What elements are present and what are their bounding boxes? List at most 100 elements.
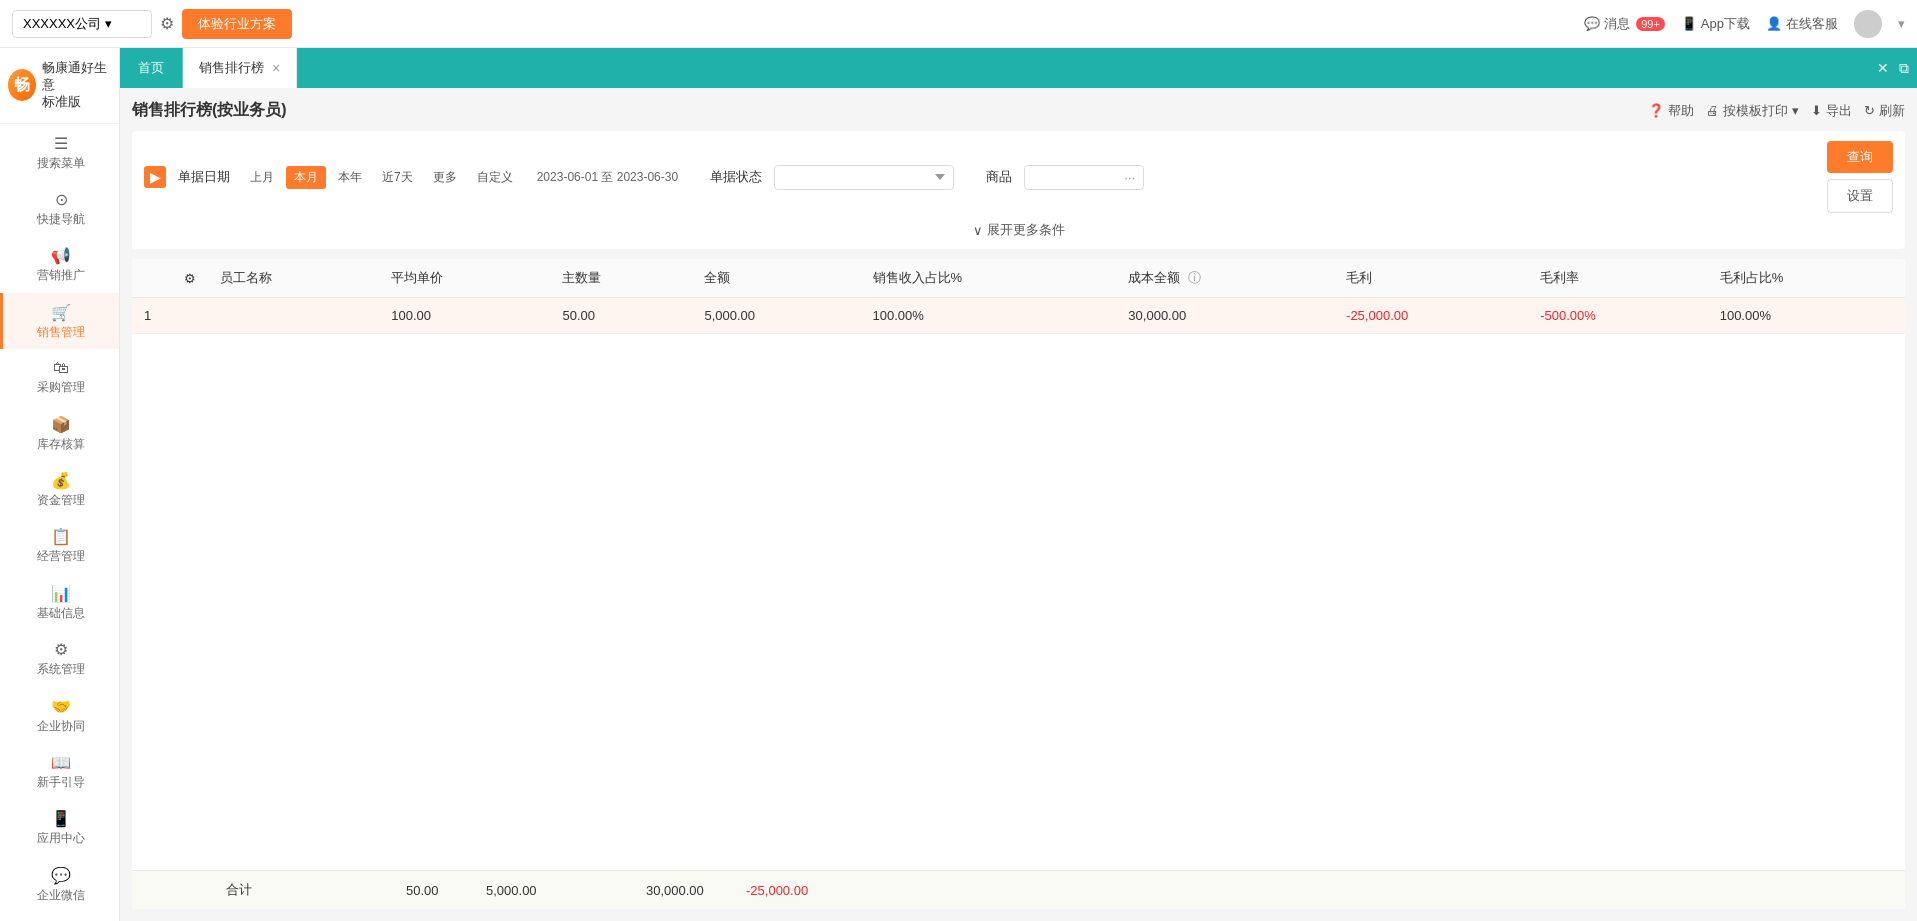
sidebar-item-purchase[interactable]: 🛍 采购管理: [0, 349, 119, 404]
sidebar: 畅 畅康通好生意 标准版 ☰ 搜索菜单 ⊙ 快捷导航 📢 营销推广 🛒 销售管理…: [0, 48, 120, 921]
message-label: 消息: [1604, 15, 1630, 33]
tab-close-window-icon[interactable]: ✕: [1877, 60, 1889, 76]
expand-down-icon: ∨: [973, 223, 983, 238]
footer-amount: 5,000.00: [474, 883, 554, 898]
cost-info-icon[interactable]: ⓘ: [1188, 270, 1201, 285]
sidebar-label-system: 系统管理: [37, 662, 85, 676]
header-right: 💬 消息 99+ 📱 App下载 👤 在线客服 ▾: [1584, 10, 1905, 38]
page-title: 销售排行榜(按业务员): [132, 100, 287, 121]
cell-gross-rate: -500.00%: [1528, 298, 1707, 334]
cell-gross: -25,000.00: [1334, 298, 1528, 334]
col-gross-pct: 毛利占比%: [1708, 259, 1905, 298]
refresh-icon: ↻: [1864, 103, 1875, 118]
status-select[interactable]: [774, 165, 954, 190]
tab-sales-ranking-label: 销售排行榜: [199, 59, 264, 77]
col-settings[interactable]: ⚙: [172, 259, 208, 298]
expand-label: 展开更多条件: [987, 221, 1065, 239]
tab-bar-right: ✕ ⧉: [1877, 60, 1917, 77]
refresh-button[interactable]: ↻ 刷新: [1864, 102, 1905, 120]
page-header: 销售排行榜(按业务员) ❓ 帮助 🖨 按模板打印 ▾ ⬇ 导出: [132, 100, 1905, 121]
page-actions: ❓ 帮助 🖨 按模板打印 ▾ ⬇ 导出 ↻ 刷新: [1648, 102, 1905, 120]
user-dropdown-icon[interactable]: ▾: [1898, 16, 1905, 31]
goods-select[interactable]: ···: [1024, 165, 1144, 190]
filter-settings-button[interactable]: 设置: [1827, 179, 1893, 213]
page-content: 销售排行榜(按业务员) ❓ 帮助 🖨 按模板打印 ▾ ⬇ 导出: [120, 88, 1917, 921]
sidebar-item-marketing[interactable]: 📢 营销推广: [0, 236, 119, 292]
export-icon: ⬇: [1811, 103, 1822, 118]
date-tab-this-year[interactable]: 本年: [330, 166, 370, 189]
sidebar-item-finance[interactable]: 💰 资金管理: [0, 461, 119, 517]
goods-filter-label: 商品: [986, 168, 1012, 186]
quick-nav-icon: ⊙: [55, 190, 68, 209]
help-button[interactable]: ❓ 帮助: [1648, 102, 1694, 120]
sidebar-item-member[interactable]: ♦ 畅会员: [0, 912, 119, 921]
tab-bar: 首页 销售排行榜 × ✕ ⧉: [120, 48, 1917, 88]
company-selector[interactable]: XXXXXX公司 ▾: [12, 10, 152, 38]
system-icon: ⚙: [54, 640, 68, 659]
date-tab-more[interactable]: 更多: [425, 166, 465, 189]
table-wrapper: ⚙ 员工名称 平均单价 主数量 全额 销售收入占比% 成本全额 ⓘ 毛利 毛利率: [132, 259, 1905, 909]
inventory-icon: 📦: [51, 415, 71, 434]
sidebar-item-enterprise[interactable]: 🤝 企业协同: [0, 687, 119, 743]
query-area: 查询 设置: [1827, 141, 1893, 213]
sidebar-item-app-center[interactable]: 📱 应用中心: [0, 799, 119, 855]
online-service-item[interactable]: 👤 在线客服: [1766, 15, 1838, 33]
sidebar-item-operations[interactable]: 📋 经营管理: [0, 517, 119, 573]
service-label: 在线客服: [1786, 15, 1838, 33]
message-item[interactable]: 💬 消息 99+: [1584, 15, 1665, 33]
finance-icon: 💰: [51, 471, 71, 490]
basic-info-icon: 📊: [51, 584, 71, 603]
cell-main-qty: 50.00: [550, 298, 692, 334]
app-download-item[interactable]: 📱 App下载: [1681, 15, 1750, 33]
tab-home[interactable]: 首页: [120, 48, 183, 88]
export-button[interactable]: ⬇ 导出: [1811, 102, 1852, 120]
tab-close-button[interactable]: ×: [272, 60, 280, 76]
industry-button[interactable]: 体验行业方案: [182, 9, 292, 39]
sidebar-item-wechat[interactable]: 💬 企业微信: [0, 856, 119, 912]
date-tab-last-7[interactable]: 近7天: [374, 166, 421, 189]
purchase-icon: 🛍: [53, 359, 69, 377]
tab-sales-ranking[interactable]: 销售排行榜 ×: [183, 48, 297, 88]
expand-more-button[interactable]: ∨ 展开更多条件: [973, 221, 1065, 239]
sidebar-item-search-order[interactable]: ☰ 搜索菜单: [0, 124, 119, 180]
top-header: XXXXXX公司 ▾ ⚙ 体验行业方案 💬 消息 99+ 📱 App下载 👤 在…: [0, 0, 1917, 48]
date-tabs: 上月 本月 本年 近7天 更多 自定义: [242, 166, 521, 189]
logo-icon: 畅: [8, 69, 36, 101]
sidebar-label-marketing: 营销推广: [37, 268, 85, 282]
template-print-button[interactable]: 🖨 按模板打印 ▾: [1706, 102, 1799, 120]
col-gross-rate: 毛利率: [1528, 259, 1707, 298]
filter-expand-arrow[interactable]: ▶: [144, 166, 166, 188]
sidebar-label-wechat: 企业微信: [37, 888, 85, 902]
sidebar-item-sales[interactable]: 🛒 销售管理: [0, 293, 119, 349]
sidebar-item-quick-nav[interactable]: ⊙ 快捷导航: [0, 180, 119, 236]
sidebar-item-inventory[interactable]: 📦 库存核算: [0, 405, 119, 461]
dropdown-icon: ▾: [105, 16, 112, 31]
date-tab-this-month[interactable]: 本月: [286, 166, 326, 189]
footer-total-label: 合计: [214, 881, 314, 899]
sidebar-item-guide[interactable]: 📖 新手引导: [0, 743, 119, 799]
query-button[interactable]: 查询: [1827, 141, 1893, 173]
date-tab-custom[interactable]: 自定义: [469, 166, 521, 189]
print-dropdown-icon: ▾: [1792, 103, 1799, 118]
wechat-icon: 💬: [51, 866, 71, 885]
status-filter-label: 单据状态: [710, 168, 762, 186]
avatar[interactable]: [1854, 10, 1882, 38]
col-cost-label: 成本全额: [1128, 270, 1180, 285]
col-amount: 全额: [692, 259, 860, 298]
table-header-row: ⚙ 员工名称 平均单价 主数量 全额 销售收入占比% 成本全额 ⓘ 毛利 毛利率: [132, 259, 1905, 298]
footer-gross: -25,000.00: [734, 883, 834, 898]
date-tab-last-month[interactable]: 上月: [242, 166, 282, 189]
sidebar-item-basic-info[interactable]: 📊 基础信息: [0, 574, 119, 630]
marketing-icon: 📢: [51, 246, 71, 265]
sidebar-label-operations: 经营管理: [37, 549, 85, 563]
settings-icon[interactable]: ⚙: [160, 14, 174, 33]
cell-gross-pct: 100.00%: [1708, 298, 1905, 334]
col-cost: 成本全额 ⓘ: [1116, 259, 1334, 298]
template-print-label: 按模板打印: [1723, 102, 1788, 120]
cell-sales-pct: 100.00%: [861, 298, 1117, 334]
app-center-icon: 📱: [51, 809, 71, 828]
tab-restore-icon[interactable]: ⧉: [1899, 60, 1909, 77]
sidebar-item-system[interactable]: ⚙ 系统管理: [0, 630, 119, 686]
filter-row: ▶ 单据日期 上月 本月 本年 近7天 更多 自定义 2023-06-01 至 …: [144, 141, 1893, 213]
company-name: XXXXXX公司: [23, 15, 101, 33]
